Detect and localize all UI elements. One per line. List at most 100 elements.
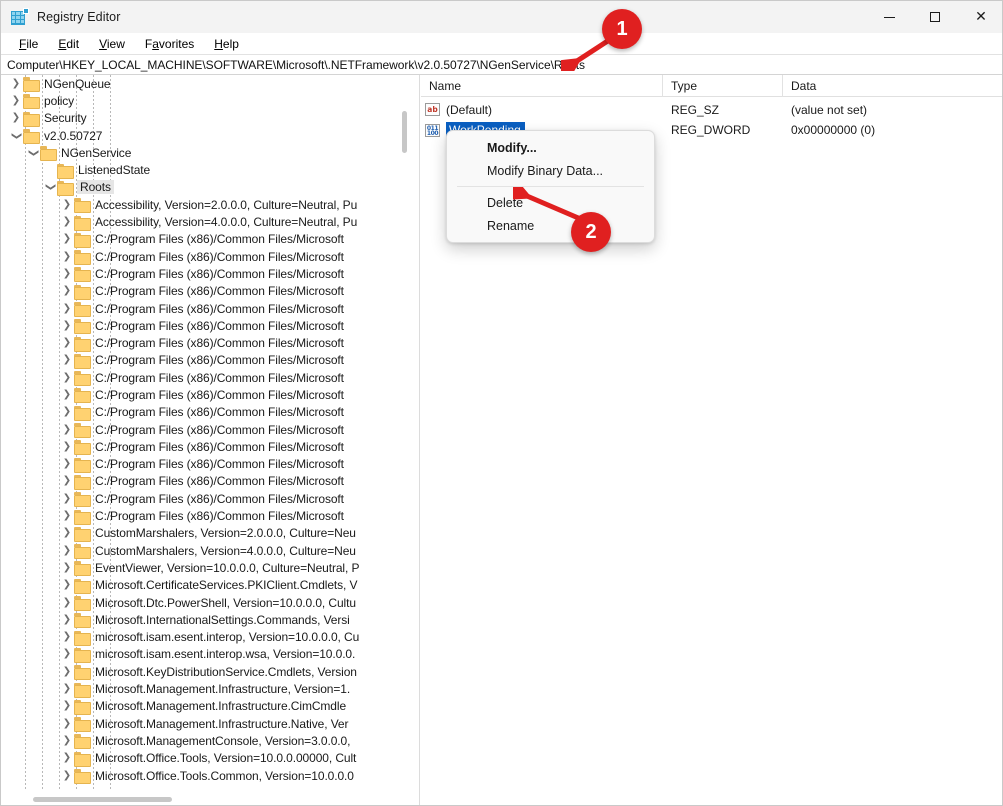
chevron-right-icon[interactable]: ❯: [60, 459, 74, 469]
tree-horizontal-scrollbar[interactable]: [1, 794, 405, 805]
column-header-data[interactable]: Data: [783, 75, 1002, 97]
chevron-right-icon[interactable]: ❯: [60, 389, 74, 400]
tree-node[interactable]: ❯ Accessibility, Version=2.0.0.0, Culture…: [1, 196, 405, 214]
tree-node[interactable]: ❯ EventViewer, Version=10.0.0.0, Culture=…: [1, 559, 405, 577]
tree-node[interactable]: ❯ Microsoft.Office.Tools.Common, Version=…: [1, 767, 405, 785]
tree-node[interactable]: ❯ C:/Program Files (x86)/Common Files/Mic…: [1, 507, 405, 525]
chevron-right-icon[interactable]: ❯: [60, 338, 74, 348]
chevron-right-icon[interactable]: ❯: [60, 684, 74, 694]
chevron-right-icon[interactable]: ❯: [60, 355, 74, 365]
column-header-name[interactable]: Name: [421, 75, 663, 97]
value-row[interactable]: ab (Default) REG_SZ (value not set): [421, 100, 1002, 119]
tree-node[interactable]: ❯ Microsoft.Dtc.PowerShell, Version=10.0.…: [1, 594, 405, 612]
chevron-down-icon[interactable]: ❯: [45, 180, 56, 194]
chevron-right-icon[interactable]: ❯: [60, 303, 74, 314]
tree-node[interactable]: ListenedState: [1, 161, 405, 179]
tree-node[interactable]: ❯ C:/Program Files (x86)/Common Files/Mic…: [1, 490, 405, 508]
chevron-right-icon[interactable]: ❯: [60, 545, 74, 556]
context-menu-item[interactable]: Delete: [447, 191, 654, 214]
context-menu-item[interactable]: Modify...: [447, 136, 654, 159]
chevron-right-icon[interactable]: ❯: [60, 770, 74, 781]
tree-vertical-scrollbar[interactable]: [399, 75, 409, 791]
chevron-right-icon[interactable]: ❯: [60, 320, 74, 331]
chevron-down-icon[interactable]: ❯: [11, 129, 22, 143]
tree-node[interactable]: ❯ Microsoft.InternationalSettings.Command…: [1, 611, 405, 629]
minimize-button[interactable]: [866, 1, 912, 33]
chevron-right-icon[interactable]: ❯: [60, 649, 74, 659]
context-menu-item[interactable]: Modify Binary Data...: [447, 159, 654, 182]
chevron-right-icon[interactable]: ❯: [60, 199, 74, 210]
tree-node[interactable]: ❯ C:/Program Files (x86)/Common Files/Mic…: [1, 231, 405, 248]
context-menu-item[interactable]: Rename: [447, 214, 654, 237]
tree-node[interactable]: ❯ C:/Program Files (x86)/Common Files/Mic…: [1, 317, 405, 335]
tree-node[interactable]: ❯ CustomMarshalers, Version=2.0.0.0, Cult…: [1, 525, 405, 542]
tree-node[interactable]: ❯ v2.0.50727: [1, 127, 405, 145]
tree-node[interactable]: ❯ Microsoft.KeyDistributionService.Cmdlet…: [1, 663, 405, 681]
chevron-right-icon[interactable]: ❯: [60, 251, 74, 262]
tree-node[interactable]: ❯ C:/Program Files (x86)/Common Files/Mic…: [1, 456, 405, 473]
tree-node[interactable]: ❯ C:/Program Files (x86)/Common Files/Mic…: [1, 352, 405, 369]
tree-node[interactable]: ❯ Roots: [1, 179, 405, 196]
chevron-right-icon[interactable]: ❯: [9, 113, 23, 123]
tree-node[interactable]: ❯ Microsoft.ManagementConsole, Version=3.…: [1, 732, 405, 750]
tree-node[interactable]: ❯ Microsoft.CertificateServices.PKIClient…: [1, 577, 405, 594]
tree-node[interactable]: ❯ Accessibility, Version=4.0.0.0, Culture…: [1, 213, 405, 231]
tree-node[interactable]: ❯ NGenService: [1, 144, 405, 162]
tree-node[interactable]: ❯ Microsoft.Office.Tools, Version=10.0.0.…: [1, 750, 405, 767]
column-header-type[interactable]: Type: [663, 75, 783, 97]
chevron-right-icon[interactable]: ❯: [60, 735, 74, 746]
close-button[interactable]: ✕: [958, 1, 1002, 33]
chevron-right-icon[interactable]: ❯: [60, 580, 74, 590]
chevron-right-icon[interactable]: ❯: [60, 753, 74, 763]
address-bar[interactable]: Computer\HKEY_LOCAL_MACHINE\SOFTWARE\Mic…: [1, 54, 1002, 75]
chevron-right-icon[interactable]: ❯: [60, 268, 74, 279]
chevron-right-icon[interactable]: ❯: [60, 666, 74, 677]
chevron-right-icon[interactable]: ❯: [60, 424, 74, 435]
tree-node[interactable]: ❯ CustomMarshalers, Version=4.0.0.0, Cult…: [1, 542, 405, 560]
chevron-right-icon[interactable]: ❯: [60, 528, 74, 538]
tree-node[interactable]: ❯ C:/Program Files (x86)/Common Files/Mic…: [1, 404, 405, 421]
chevron-right-icon[interactable]: ❯: [60, 562, 74, 573]
tree-node[interactable]: ❯ C:/Program Files (x86)/Common Files/Mic…: [1, 438, 405, 456]
tree-node[interactable]: ❯ C:/Program Files (x86)/Common Files/Mic…: [1, 300, 405, 317]
tree-node[interactable]: ❯ microsoft.isam.esent.interop.wsa, Versi…: [1, 646, 405, 663]
tree-node[interactable]: ❯ C:/Program Files (x86)/Common Files/Mic…: [1, 265, 405, 283]
tree-node[interactable]: ❯ Microsoft.Management.Infrastructure.Cim…: [1, 698, 405, 715]
chevron-right-icon[interactable]: ❯: [60, 372, 74, 383]
tree-node[interactable]: ❯ C:/Program Files (x86)/Common Files/Mic…: [1, 369, 405, 387]
tree-node[interactable]: ❯ Security: [1, 110, 405, 127]
chevron-right-icon[interactable]: ❯: [60, 632, 74, 642]
chevron-right-icon[interactable]: ❯: [60, 718, 74, 729]
chevron-right-icon[interactable]: ❯: [60, 217, 74, 227]
menu-favorites[interactable]: Favorites: [135, 35, 204, 53]
maximize-button[interactable]: [912, 1, 958, 33]
chevron-right-icon[interactable]: ❯: [60, 701, 74, 711]
tree-node[interactable]: ❯ C:/Program Files (x86)/Common Files/Mic…: [1, 283, 405, 300]
chevron-right-icon[interactable]: ❯: [60, 476, 74, 486]
tree-hscroll-thumb[interactable]: [33, 797, 172, 802]
chevron-right-icon[interactable]: ❯: [60, 614, 74, 625]
tree-node[interactable]: ❯ Microsoft.Management.Infrastructure.Nat…: [1, 715, 405, 733]
chevron-right-icon[interactable]: ❯: [9, 95, 23, 106]
chevron-right-icon[interactable]: ❯: [60, 493, 74, 504]
tree-node[interactable]: ❯ C:/Program Files (x86)/Common Files/Mic…: [1, 248, 405, 266]
chevron-right-icon[interactable]: ❯: [9, 78, 23, 89]
tree-node[interactable]: ❯ Microsoft.Management.Infrastructure, Ve…: [1, 680, 405, 698]
tree-node[interactable]: ❯ C:/Program Files (x86)/Common Files/Mic…: [1, 334, 405, 352]
tree-node[interactable]: ❯ NGenQueue: [1, 75, 405, 93]
tree-node[interactable]: ❯ policy: [1, 92, 405, 110]
tree-rows-container[interactable]: ❯ NGenQueue ❯ policy ❯ Security ❯ v2.0.50727 ❯ NG…: [1, 75, 405, 791]
tree-node[interactable]: ❯ microsoft.isam.esent.interop, Version=1…: [1, 629, 405, 646]
chevron-right-icon[interactable]: ❯: [60, 597, 74, 608]
menu-view[interactable]: View: [89, 35, 135, 53]
tree-node[interactable]: ❯ C:/Program Files (x86)/Common Files/Mic…: [1, 386, 405, 404]
chevron-right-icon[interactable]: ❯: [60, 441, 74, 452]
chevron-right-icon[interactable]: ❯: [60, 407, 74, 417]
tree-node[interactable]: ❯ C:/Program Files (x86)/Common Files/Mic…: [1, 421, 405, 439]
menu-edit[interactable]: Edit: [48, 35, 89, 53]
tree-node[interactable]: ❯ C:/Program Files (x86)/Common Files/Mic…: [1, 473, 405, 490]
chevron-right-icon[interactable]: ❯: [60, 234, 74, 244]
tree-vscroll-thumb[interactable]: [402, 111, 407, 153]
chevron-down-icon[interactable]: ❯: [28, 146, 39, 160]
chevron-right-icon[interactable]: ❯: [60, 511, 74, 521]
